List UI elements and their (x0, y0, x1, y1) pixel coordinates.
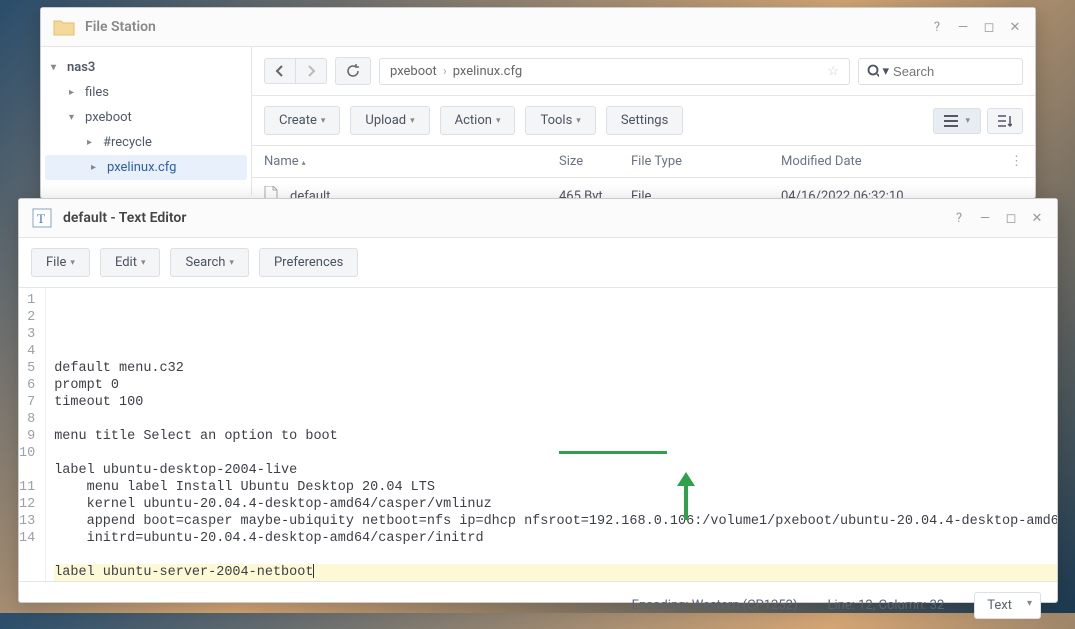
column-type[interactable]: File Type (631, 154, 781, 169)
syntax-mode-select[interactable]: Text (974, 592, 1041, 619)
nav-forward-button[interactable] (296, 58, 327, 84)
sort-icon (998, 115, 1012, 127)
code-line[interactable] (54, 445, 1057, 462)
file-station-window: File Station ? — ◻ ✕ ▾ nas3 ▸ files ▾ px… (40, 7, 1036, 199)
svg-text:T: T (37, 211, 45, 226)
minimize-icon[interactable]: — (955, 20, 971, 35)
tree-item-pxeboot[interactable]: ▾ pxeboot (41, 105, 251, 130)
annotation-arrow (606, 455, 701, 543)
tree-item-label: files (85, 85, 109, 100)
code-content[interactable]: default menu.c32prompt 0timeout 100 menu … (46, 288, 1057, 581)
chevron-right-icon[interactable]: ▸ (87, 137, 99, 148)
text-editor-titlebar: T default - Text Editor ? — ◻ ✕ (19, 199, 1057, 238)
maximize-icon[interactable]: ◻ (981, 20, 997, 35)
refresh-icon (346, 64, 360, 78)
refresh-button[interactable] (335, 57, 371, 85)
settings-button[interactable]: Settings (606, 106, 683, 135)
folder-icon (53, 16, 75, 38)
file-station-titlebar: File Station ? — ◻ ✕ (41, 8, 1035, 47)
code-line[interactable]: menu title Select an option to boot (54, 428, 1057, 445)
chevron-right-icon[interactable]: ▸ (69, 87, 81, 98)
annotation-underline (559, 451, 667, 454)
close-icon[interactable]: ✕ (1029, 211, 1045, 226)
code-line[interactable] (54, 547, 1057, 564)
status-encoding: Encoding: Western (CP1252) (632, 598, 798, 613)
code-line[interactable]: label ubuntu-server-2004-netboot (54, 564, 1057, 581)
file-station-title: File Station (85, 19, 929, 35)
nav-back-button[interactable] (264, 58, 296, 84)
chevron-down-icon[interactable]: ▾ (51, 62, 63, 73)
code-line[interactable]: initrd=ubuntu-20.04.4-desktop-amd64/casp… (54, 530, 1057, 547)
search-input[interactable] (893, 64, 1014, 79)
file-menu[interactable]: File▾ (31, 248, 90, 277)
breadcrumb-segment[interactable]: pxelinux.cfg (453, 64, 522, 79)
chevron-right-icon: › (443, 64, 447, 79)
chevron-right-icon (306, 65, 316, 77)
code-editor[interactable]: 1234567891011121314 default menu.c32prom… (19, 288, 1057, 581)
upload-button[interactable]: Upload▾ (350, 106, 429, 135)
breadcrumb-segment[interactable]: pxeboot (390, 64, 437, 79)
minimize-icon[interactable]: — (977, 211, 993, 226)
code-line[interactable]: prompt 0 (54, 377, 1057, 394)
column-size[interactable]: Size (559, 154, 631, 169)
breadcrumb[interactable]: pxeboot › pxelinux.cfg ☆ (379, 58, 850, 85)
code-line[interactable]: label ubuntu-desktop-2004-live (54, 462, 1057, 479)
code-line[interactable]: kernel ubuntu-20.04.4-desktop-amd64/casp… (54, 496, 1057, 513)
column-modified[interactable]: Modified Date (781, 154, 1003, 169)
search-box[interactable]: ▾ (858, 58, 1023, 85)
action-button[interactable]: Action▾ (440, 106, 516, 135)
tree-item-label: pxelinux.cfg (107, 160, 176, 175)
column-menu-icon[interactable]: ⋮ (1003, 154, 1023, 169)
help-icon[interactable]: ? (951, 211, 967, 226)
star-icon[interactable]: ☆ (827, 64, 839, 79)
view-list-button[interactable]: ▾ (933, 108, 981, 134)
text-editor-title: default - Text Editor (63, 210, 951, 226)
tree-item-label: #recycle (103, 135, 152, 150)
tree-item-recycle[interactable]: ▸ #recycle (41, 130, 251, 155)
tree-item-pxelinuxcfg[interactable]: ▸ pxelinux.cfg (45, 155, 247, 180)
chevron-left-icon (275, 65, 285, 77)
column-name[interactable]: Name▴ (264, 154, 559, 169)
code-line[interactable]: menu label Install Ubuntu Desktop 20.04 … (54, 479, 1057, 496)
code-line[interactable]: timeout 100 (54, 394, 1057, 411)
caret-down-icon[interactable]: ▾ (883, 64, 890, 79)
view-sort-button[interactable] (987, 108, 1023, 134)
maximize-icon[interactable]: ◻ (1003, 211, 1019, 226)
folder-tree: ▾ nas3 ▸ files ▾ pxeboot ▸ #recycle ▸ (41, 47, 252, 195)
code-line[interactable]: append boot=casper maybe-ubiquity netboo… (54, 513, 1057, 530)
sort-asc-icon: ▴ (302, 158, 306, 167)
text-editor-icon: T (31, 207, 53, 229)
chevron-down-icon[interactable]: ▾ (69, 112, 81, 123)
preferences-button[interactable]: Preferences (259, 248, 358, 277)
search-icon (867, 64, 879, 78)
line-gutter: 1234567891011121314 (19, 288, 46, 581)
search-menu[interactable]: Search▾ (170, 248, 248, 277)
tools-button[interactable]: Tools▾ (525, 106, 595, 135)
edit-menu[interactable]: Edit▾ (100, 248, 161, 277)
tree-root-label: nas3 (67, 60, 95, 75)
status-position: Line: 12, Column: 32 (827, 598, 944, 613)
status-bar: Encoding: Western (CP1252) Line: 12, Col… (19, 581, 1057, 629)
text-editor-window: T default - Text Editor ? — ◻ ✕ File▾ Ed… (18, 198, 1058, 603)
tree-root[interactable]: ▾ nas3 (41, 55, 251, 80)
help-icon[interactable]: ? (929, 20, 945, 35)
table-header: Name▴ Size File Type Modified Date ⋮ (252, 146, 1035, 178)
chevron-right-icon[interactable]: ▸ (91, 162, 103, 173)
tree-item-label: pxeboot (85, 110, 132, 125)
code-line[interactable]: default menu.c32 (54, 360, 1057, 377)
create-button[interactable]: Create▾ (264, 106, 340, 135)
tree-item-files[interactable]: ▸ files (41, 80, 251, 105)
close-icon[interactable]: ✕ (1007, 20, 1023, 35)
list-icon (944, 115, 958, 127)
code-line[interactable] (54, 411, 1057, 428)
